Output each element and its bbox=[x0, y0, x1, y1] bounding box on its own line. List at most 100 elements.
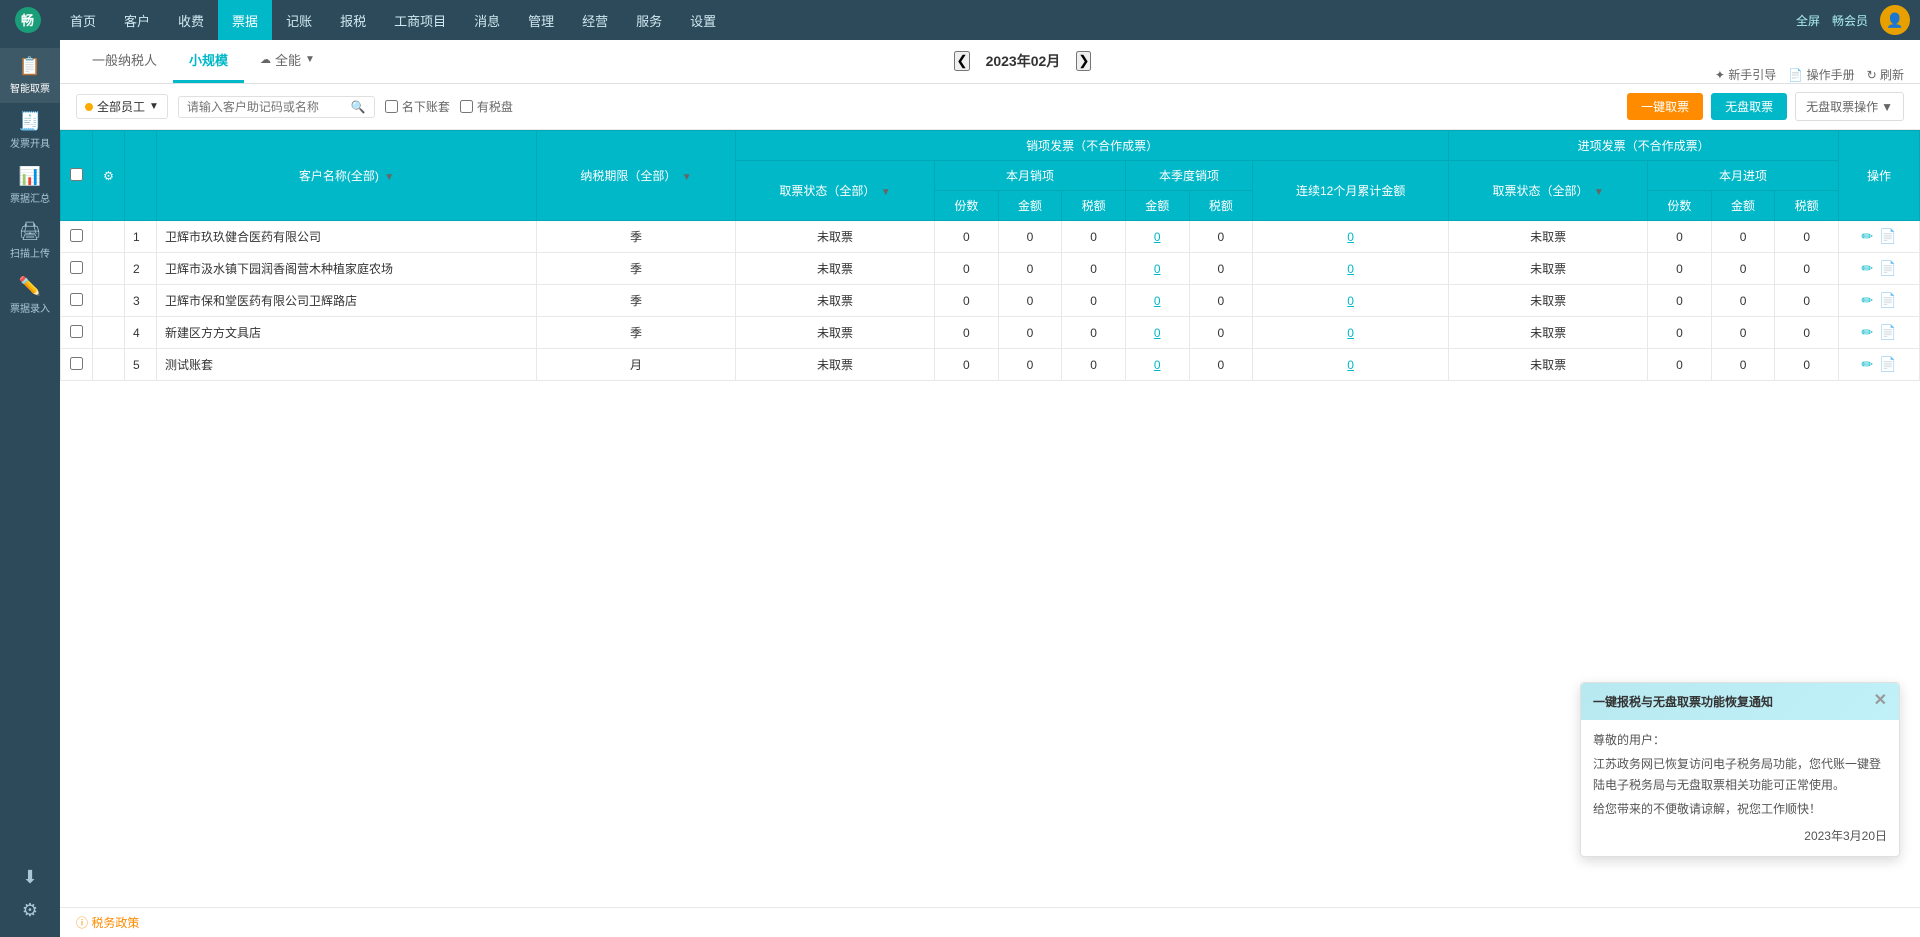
sidebar-item-invoice-summary[interactable]: 📊 票据汇总 bbox=[0, 158, 60, 213]
row-client: 卫辉市玖玖健合医药有限公司 bbox=[157, 221, 537, 253]
search-icon[interactable]: 🔍 bbox=[351, 100, 366, 114]
filter-icon-income-status[interactable]: ▼ bbox=[1594, 187, 1604, 198]
table-row: 3 卫辉市保和堂医药有限公司卫辉路店 季 未取票 0 0 0 0 0 0 未取票… bbox=[61, 285, 1920, 317]
sidebar-item-scan-upload[interactable]: 🖨 扫描上传 bbox=[0, 213, 60, 268]
tab-omnipotent[interactable]: ☁ 全能 ▼ bbox=[244, 40, 331, 83]
nav-service[interactable]: 服务 bbox=[622, 0, 676, 40]
download-icon[interactable]: ⬇ bbox=[22, 867, 37, 888]
row-checkbox-1[interactable] bbox=[70, 261, 83, 274]
row-tax-period: 季 bbox=[537, 221, 736, 253]
sidebar-item-invoice-entry[interactable]: ✏️ 票据录入 bbox=[0, 268, 60, 323]
th-checkbox bbox=[61, 131, 93, 221]
filter-icon-sales-status[interactable]: ▼ bbox=[881, 187, 891, 198]
row-sales-status: 未取票 bbox=[736, 221, 935, 253]
settings-icon[interactable]: ⚙ bbox=[22, 900, 38, 921]
tab-general-taxpayer[interactable]: 一般纳税人 bbox=[76, 40, 173, 83]
sidebar-item-invoice-issue[interactable]: 🧾 发票开具 bbox=[0, 103, 60, 158]
row-settings-cell bbox=[93, 349, 125, 381]
row-sales-status: 未取票 bbox=[736, 253, 935, 285]
row-tax-period: 季 bbox=[537, 285, 736, 317]
app-logo[interactable]: 畅 bbox=[10, 2, 46, 38]
edit-icon-1[interactable]: ✏ bbox=[1861, 260, 1873, 277]
sidebar-item-smart-ticket[interactable]: 📋 智能取票 bbox=[0, 48, 60, 103]
row-sales-quarterly-tax: 0 bbox=[1189, 285, 1253, 317]
row-income-monthly-tax: 0 bbox=[1775, 349, 1839, 381]
new-guide-btn[interactable]: ✦ 新手引导 bbox=[1715, 66, 1776, 83]
detail-icon-3[interactable]: 📄 bbox=[1879, 324, 1896, 341]
nav-invoice[interactable]: 票据 bbox=[218, 0, 272, 40]
th-sales-quarterly: 本季度销项 bbox=[1125, 161, 1252, 191]
filter-icon-tax-period[interactable]: ▼ bbox=[682, 172, 692, 183]
row-sales-quarterly-tax: 0 bbox=[1189, 349, 1253, 381]
row-checkbox-4[interactable] bbox=[70, 357, 83, 370]
th-income-monthly-count: 份数 bbox=[1648, 191, 1712, 221]
employee-filter[interactable]: 全部员工 ▼ bbox=[76, 94, 168, 119]
nav-billing[interactable]: 收费 bbox=[164, 0, 218, 40]
notification-close-btn[interactable]: ✕ bbox=[1874, 693, 1887, 709]
row-num: 3 bbox=[125, 285, 157, 317]
row-sales-12month: 0 bbox=[1253, 349, 1449, 381]
nav-client[interactable]: 客户 bbox=[110, 0, 164, 40]
fullscreen-btn[interactable]: 全屏 bbox=[1796, 12, 1820, 29]
nav-tax[interactable]: 报税 bbox=[326, 0, 380, 40]
detail-icon-4[interactable]: 📄 bbox=[1879, 356, 1896, 373]
row-checkbox-cell bbox=[61, 221, 93, 253]
name-account-checkbox[interactable] bbox=[385, 100, 398, 113]
edit-icon-4[interactable]: ✏ bbox=[1861, 356, 1873, 373]
detail-icon-2[interactable]: 📄 bbox=[1879, 292, 1896, 309]
tab-small-scale[interactable]: 小规模 bbox=[173, 40, 244, 83]
next-month-btn[interactable]: ❯ bbox=[1076, 51, 1091, 71]
manual-btn[interactable]: 📄 操作手册 bbox=[1788, 66, 1854, 83]
has-tax-disk-checkbox[interactable] bbox=[460, 100, 473, 113]
name-account-checkbox-label[interactable]: 名下账套 bbox=[385, 98, 450, 115]
edit-icon-3[interactable]: ✏ bbox=[1861, 324, 1873, 341]
th-sales-monthly-amount: 金额 bbox=[998, 191, 1062, 221]
one-click-ticket-btn[interactable]: 一键取票 bbox=[1627, 93, 1703, 120]
nav-bookkeeping[interactable]: 记账 bbox=[272, 0, 326, 40]
row-checkbox-3[interactable] bbox=[70, 325, 83, 338]
th-num bbox=[125, 131, 157, 221]
edit-icon-2[interactable]: ✏ bbox=[1861, 292, 1873, 309]
row-income-monthly-amount: 0 bbox=[1711, 221, 1775, 253]
detail-icon-1[interactable]: 📄 bbox=[1879, 260, 1896, 277]
settings-gear-icon[interactable]: ⚙ bbox=[103, 169, 114, 183]
row-num: 5 bbox=[125, 349, 157, 381]
has-tax-disk-checkbox-label[interactable]: 有税盘 bbox=[460, 98, 513, 115]
user-avatar[interactable]: 👤 bbox=[1880, 5, 1910, 35]
nav-operation[interactable]: 经营 bbox=[568, 0, 622, 40]
refresh-btn[interactable]: ↻ 刷新 bbox=[1867, 66, 1904, 83]
nav-manage[interactable]: 管理 bbox=[514, 0, 568, 40]
tax-policy-link[interactable]: ⓘ 税务政策 bbox=[76, 916, 139, 930]
row-sales-monthly-amount: 0 bbox=[998, 349, 1062, 381]
row-income-monthly-tax: 0 bbox=[1775, 285, 1839, 317]
select-all-checkbox[interactable] bbox=[70, 168, 83, 181]
search-input[interactable] bbox=[187, 100, 347, 114]
nav-business[interactable]: 工商项目 bbox=[380, 0, 460, 40]
row-checkbox-0[interactable] bbox=[70, 229, 83, 242]
no-disk-ops-btn[interactable]: 无盘取票操作 ▼ bbox=[1795, 92, 1904, 121]
row-sales-monthly-count: 0 bbox=[935, 349, 999, 381]
filter-icon-client[interactable]: ▼ bbox=[384, 172, 394, 183]
row-checkbox-2[interactable] bbox=[70, 293, 83, 306]
row-settings-cell bbox=[93, 253, 125, 285]
detail-icon-0[interactable]: 📄 bbox=[1879, 228, 1896, 245]
row-sales-quarterly-amount: 0 bbox=[1125, 285, 1189, 317]
sidebar-item-label-entry: 票据录入 bbox=[10, 300, 50, 315]
table-row: 1 卫辉市玖玖健合医药有限公司 季 未取票 0 0 0 0 0 0 未取票 0 … bbox=[61, 221, 1920, 253]
nav-message[interactable]: 消息 bbox=[460, 0, 514, 40]
nav-home[interactable]: 首页 bbox=[56, 0, 110, 40]
filter-dot bbox=[85, 103, 93, 111]
row-sales-monthly-count: 0 bbox=[935, 253, 999, 285]
no-disk-ticket-btn[interactable]: 无盘取票 bbox=[1711, 93, 1787, 120]
prev-month-btn[interactable]: ❮ bbox=[954, 51, 969, 71]
table-row: 5 测试账套 月 未取票 0 0 0 0 0 0 未取票 0 0 0 ✏ 📄 bbox=[61, 349, 1920, 381]
row-tax-period: 季 bbox=[537, 253, 736, 285]
smart-ticket-icon: 📋 bbox=[19, 56, 41, 77]
row-client: 卫辉市保和堂医药有限公司卫辉路店 bbox=[157, 285, 537, 317]
edit-icon-0[interactable]: ✏ bbox=[1861, 228, 1873, 245]
row-sales-monthly-amount: 0 bbox=[998, 285, 1062, 317]
row-income-monthly-amount: 0 bbox=[1711, 285, 1775, 317]
member-btn[interactable]: 畅会员 bbox=[1832, 12, 1868, 29]
nav-settings[interactable]: 设置 bbox=[676, 0, 730, 40]
tabs-right-actions: ✦ 新手引导 📄 操作手册 ↻ 刷新 bbox=[1715, 66, 1904, 83]
